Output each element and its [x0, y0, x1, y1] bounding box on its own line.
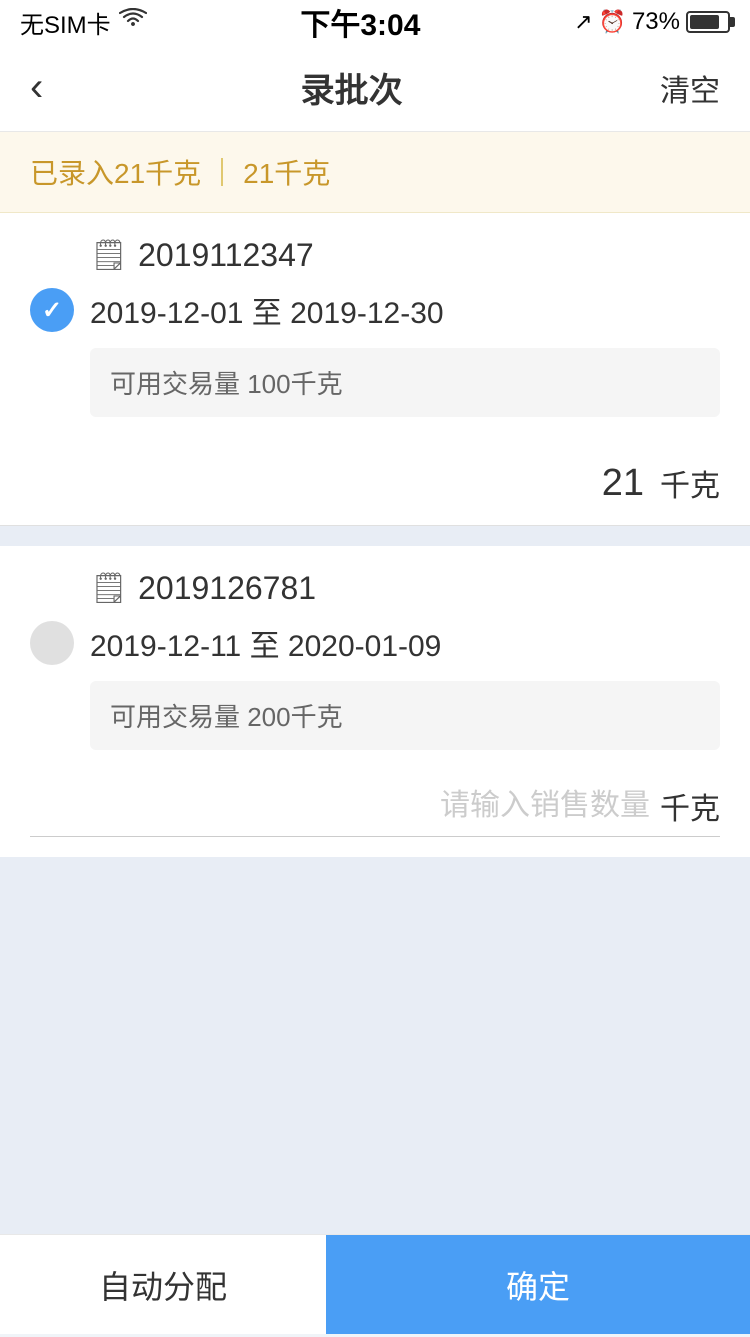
radio-2[interactable]	[30, 621, 74, 665]
location-icon: ↗	[574, 9, 592, 35]
auto-distribute-button[interactable]: 自动分配	[0, 1235, 326, 1334]
battery-percent: 73%	[632, 8, 680, 36]
batch-id-row-1: 🗒 2019112347	[30, 237, 720, 274]
status-right: ↗ ⏰ 73%	[574, 8, 730, 36]
quantity-input-2[interactable]	[30, 789, 650, 823]
batch-date-row-1[interactable]: ✓ 2019-12-01 至 2019-12-30	[30, 288, 720, 332]
summary-banner: 已录入21千克 21千克	[0, 132, 750, 213]
wifi-icon	[119, 8, 147, 37]
battery-icon	[686, 11, 730, 33]
back-button[interactable]: ‹	[30, 65, 43, 110]
batch-date-row-2[interactable]: 2019-12-11 至 2020-01-09	[30, 621, 720, 665]
batch-icon-1: 🗒	[90, 238, 128, 273]
page-title: 录批次	[301, 63, 403, 112]
quantity-unit-1: 千克	[660, 461, 720, 505]
batch-id-2: 2019126781	[138, 570, 316, 607]
quantity-row-1: 21 千克	[0, 441, 750, 526]
batch-id-1: 2019112347	[138, 237, 314, 274]
batch-item-1: 🗒 2019112347 ✓ 2019-12-01 至 2019-12-30 可…	[0, 213, 750, 526]
batch-available-2: 可用交易量 200千克	[90, 681, 720, 750]
nav-bar: ‹ 录批次 清空	[0, 44, 750, 132]
batch-item-2: 🗒 2019126781 2019-12-11 至 2020-01-09 可用交…	[0, 546, 750, 857]
quantity-value-1: 21	[602, 462, 644, 505]
batch-date-2: 2019-12-11 至 2020-01-09	[90, 621, 441, 665]
status-bar: 无SIM卡 下午3:04 ↗ ⏰ 73%	[0, 0, 750, 44]
section-separator-1	[0, 526, 750, 546]
input-section-2: 千克	[0, 774, 750, 857]
bottom-bar: 自动分配 确定	[0, 1234, 750, 1334]
status-time: 下午3:04	[300, 0, 420, 44]
batch-icon-2: 🗒	[90, 571, 128, 606]
input-unit-2: 千克	[660, 784, 720, 828]
status-carrier: 无SIM卡	[20, 5, 147, 40]
input-underline-2: 千克	[30, 784, 720, 837]
batch-id-row-2: 🗒 2019126781	[30, 570, 720, 607]
checkmark-1: ✓	[42, 296, 62, 325]
clear-button[interactable]: 清空	[660, 66, 720, 110]
summary-amount: 21千克	[243, 152, 330, 192]
radio-1[interactable]: ✓	[30, 288, 74, 332]
carrier-text: 无SIM卡	[20, 5, 111, 40]
empty-area	[0, 857, 750, 1237]
batch-available-1: 可用交易量 100千克	[90, 348, 720, 417]
summary-recorded: 已录入21千克	[30, 152, 201, 192]
alarm-icon: ⏰	[599, 9, 626, 35]
confirm-button[interactable]: 确定	[326, 1235, 750, 1334]
batch-date-1: 2019-12-01 至 2019-12-30	[90, 288, 444, 332]
summary-divider	[221, 158, 223, 186]
